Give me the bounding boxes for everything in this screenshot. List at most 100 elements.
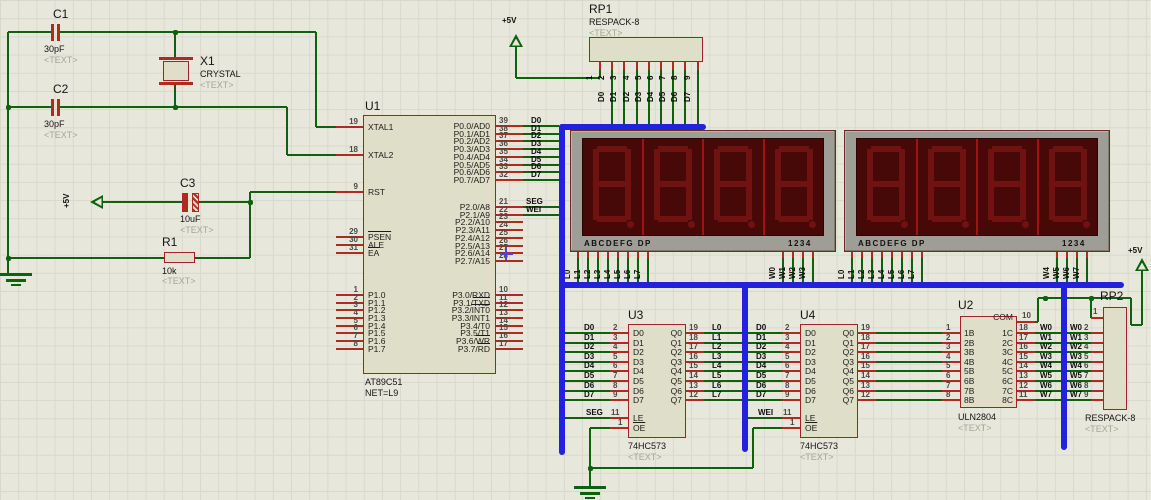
wire[interactable] (812, 258, 814, 282)
wire[interactable] (876, 370, 942, 372)
wire[interactable] (704, 361, 742, 363)
wire[interactable] (8, 106, 51, 108)
pin-number: 6 (1084, 361, 1089, 370)
wire[interactable] (589, 468, 591, 486)
wire[interactable] (876, 351, 942, 353)
pin-name: Q4 (818, 366, 854, 376)
pin-number: 9 (613, 390, 618, 399)
data-net-label: D4 (584, 361, 595, 370)
junction-dot (172, 104, 178, 110)
respack-RP2[interactable] (1103, 307, 1127, 410)
respack-RP1[interactable] (589, 37, 703, 62)
segment-d (871, 216, 901, 222)
digit-net-label: W5 (1052, 267, 1061, 279)
segment-c (686, 184, 692, 220)
pin-number: 17 (499, 339, 508, 348)
wire[interactable] (590, 427, 610, 429)
wire[interactable] (704, 351, 742, 353)
wire[interactable] (8, 257, 164, 259)
origin-marker-icon (505, 247, 507, 260)
wire[interactable] (316, 126, 336, 128)
data-net-label: D7 (531, 170, 542, 179)
pin-number: 8 (670, 75, 679, 80)
segment-g (1053, 181, 1083, 187)
pin-stub (942, 390, 960, 392)
wire[interactable] (876, 361, 942, 363)
digit-net-label: W5 (1040, 371, 1052, 380)
bus-line[interactable] (1061, 282, 1067, 450)
wire[interactable] (1037, 298, 1039, 322)
digit-net-label: W4 (1040, 361, 1052, 370)
wire[interactable] (753, 427, 782, 429)
pin-number: 32 (499, 170, 508, 179)
wire[interactable] (752, 428, 754, 468)
wire[interactable] (704, 380, 742, 382)
pin-name-text: D4 (805, 366, 816, 376)
wire[interactable] (704, 332, 742, 334)
junction-dot (247, 199, 253, 205)
wire[interactable] (1141, 271, 1143, 325)
wire[interactable] (704, 370, 742, 372)
pin-stub (1091, 351, 1103, 353)
bus-line[interactable] (559, 124, 706, 130)
wire[interactable] (704, 390, 742, 392)
wire[interactable] (515, 47, 517, 78)
wire[interactable] (1086, 258, 1088, 282)
pin-name: LE (633, 413, 643, 423)
resistor-R1[interactable] (164, 252, 195, 263)
wire[interactable] (195, 257, 250, 259)
wire[interactable] (199, 201, 250, 203)
crystal-X1[interactable] (163, 61, 189, 81)
data-net-label: D0 (756, 323, 767, 332)
wire[interactable] (697, 70, 699, 124)
wire[interactable] (590, 467, 753, 469)
wire[interactable] (8, 31, 51, 33)
pin-name: D0 (633, 328, 644, 338)
pin-name-text: P3.7/ (457, 344, 478, 354)
bus-line[interactable] (559, 124, 565, 455)
wire[interactable] (250, 191, 336, 193)
ground-icon (0, 273, 32, 276)
pin-number: 9 (683, 75, 692, 80)
pin-name-text: D4 (633, 366, 644, 376)
pin-number: 15 (689, 361, 698, 370)
wire[interactable] (7, 32, 9, 273)
bus-line[interactable] (742, 282, 748, 452)
respack-text: <TEXT> (1085, 424, 1119, 434)
wire[interactable] (60, 31, 316, 33)
pin-number: 15 (861, 361, 870, 370)
wire[interactable] (174, 85, 176, 107)
wire[interactable] (876, 332, 942, 334)
wire[interactable] (704, 399, 742, 401)
wire[interactable] (876, 380, 942, 382)
display-segment-legend: ABCDEFG DP (584, 239, 652, 248)
digit-divider (763, 139, 765, 235)
bus-line[interactable] (559, 282, 1124, 288)
wire[interactable] (174, 32, 176, 57)
wire[interactable] (876, 390, 942, 392)
wire[interactable] (102, 201, 182, 203)
wire[interactable] (1090, 298, 1092, 318)
segment-d (992, 216, 1022, 222)
pin-stub (1091, 390, 1103, 392)
wire[interactable] (1130, 298, 1132, 325)
capacitor-C3: C3 (180, 176, 196, 190)
wire[interactable] (876, 342, 942, 344)
wire[interactable] (315, 32, 317, 127)
wire[interactable] (647, 258, 649, 282)
wire[interactable] (704, 342, 742, 344)
pin-number: 16 (1019, 342, 1028, 351)
wire[interactable] (876, 399, 942, 401)
pin-name-text: D0 (805, 328, 816, 338)
data-net-label: D2 (584, 342, 595, 351)
capacitor-plate (57, 24, 60, 41)
segment-e (714, 184, 720, 220)
pin-number: 2 (597, 75, 606, 80)
wire[interactable] (287, 154, 336, 156)
segment-f (775, 149, 781, 185)
segment-a (718, 146, 748, 152)
wire[interactable] (589, 428, 591, 468)
wire[interactable] (286, 107, 288, 155)
wire[interactable] (921, 258, 923, 282)
digit-net-label: W1 (778, 267, 787, 279)
